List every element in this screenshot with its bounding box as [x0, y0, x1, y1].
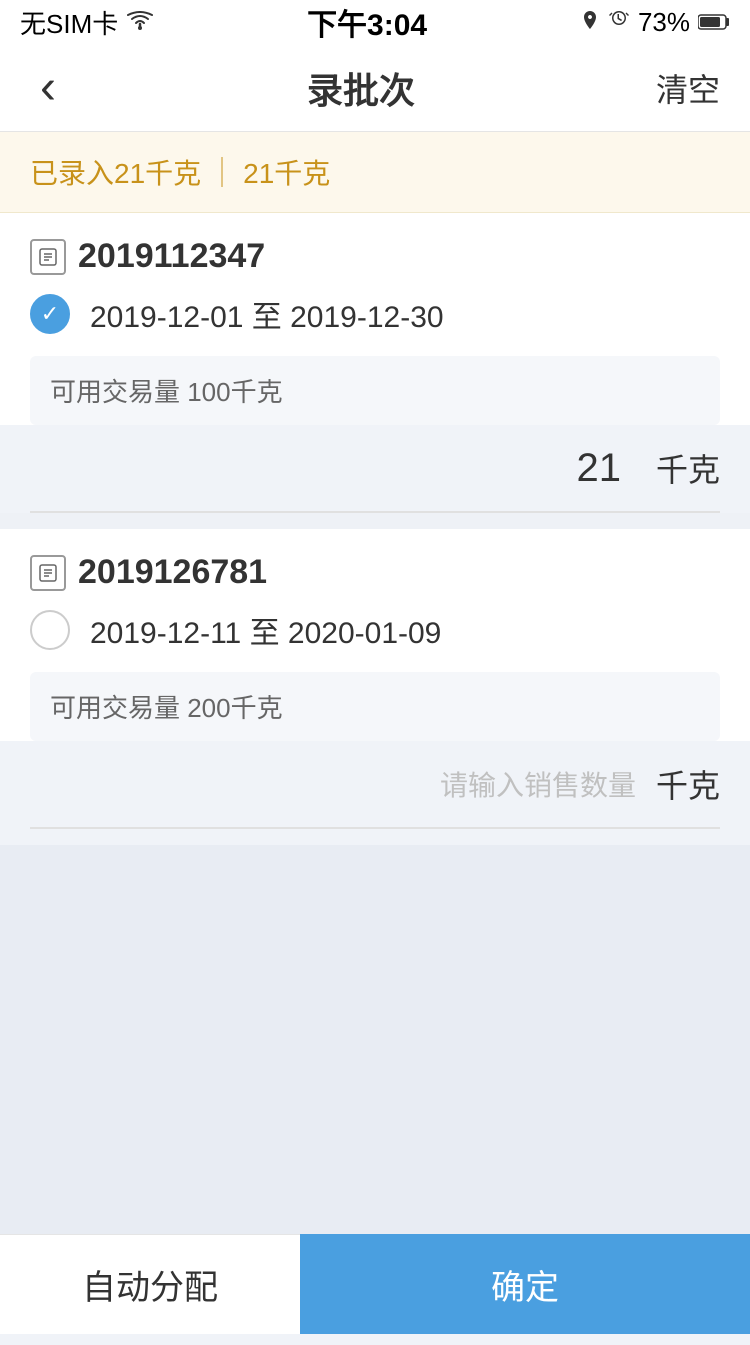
total-amount: 21千克	[243, 152, 330, 192]
batch-1-quantity-row: 千克	[0, 425, 750, 511]
batch-1-avail: 可用交易量 100千克	[30, 356, 720, 425]
content-area: 已录入21千克 21千克 2019112347 ✓ 2019-12-01 至 2…	[0, 132, 750, 1345]
clear-button[interactable]: 清空	[656, 65, 720, 111]
status-right: 73%	[580, 7, 730, 38]
sim-text: 无SIM卡	[20, 4, 118, 41]
batch-2-avail: 可用交易量 200千克	[30, 672, 720, 741]
batch-1-radio[interactable]: ✓	[30, 294, 70, 334]
batch-2-id: 2019126781	[78, 553, 267, 592]
info-banner: 已录入21千克 21千克	[0, 132, 750, 213]
batch-2-date: 2019-12-11 至 2020-01-09	[90, 608, 441, 652]
batch-1-date-row: ✓ 2019-12-01 至 2019-12-30	[30, 292, 720, 336]
batch-2-radio[interactable]	[30, 610, 70, 650]
section-divider	[0, 513, 750, 529]
batch-1-unit: 千克	[656, 445, 720, 491]
status-left: 无SIM卡	[20, 4, 154, 41]
batch-2-quantity-row: 请输入销售数量 千克	[0, 741, 750, 827]
batch-id-icon-1	[30, 239, 66, 275]
alarm-icon	[608, 7, 630, 38]
back-button[interactable]: ‹	[30, 54, 66, 122]
confirm-button[interactable]: 确定	[300, 1234, 750, 1334]
nav-bar: ‹ 录批次 清空	[0, 44, 750, 132]
wifi-icon	[126, 7, 154, 38]
batch-2-header: 2019126781	[30, 553, 720, 592]
batch-2-date-row: 2019-12-11 至 2020-01-09	[30, 608, 720, 652]
batch-1-quantity-input[interactable]	[516, 446, 636, 491]
auto-distribute-button[interactable]: 自动分配	[0, 1234, 300, 1334]
status-bar: 无SIM卡 下午3:04 73%	[0, 0, 750, 44]
recorded-amount: 已录入21千克	[30, 152, 201, 192]
batch-2-divider	[30, 827, 720, 829]
batch-2-unit: 千克	[656, 761, 720, 807]
battery-icon	[698, 7, 730, 38]
batch-1-date: 2019-12-01 至 2019-12-30	[90, 292, 444, 336]
gray-area	[0, 845, 750, 1245]
batch-1-id: 2019112347	[78, 237, 265, 276]
battery-text: 73%	[638, 7, 690, 38]
page-title: 录批次	[307, 62, 415, 114]
bottom-bar: 自动分配 确定	[0, 1234, 750, 1334]
radio-check-icon: ✓	[41, 303, 59, 325]
location-icon	[580, 7, 600, 38]
batch-id-icon-2	[30, 555, 66, 591]
batch-item-2: 2019126781 2019-12-11 至 2020-01-09 可用交易量…	[0, 529, 750, 741]
batch-2-placeholder: 请输入销售数量	[440, 764, 636, 804]
batch-1-header: 2019112347	[30, 237, 720, 276]
time-display: 下午3:04	[307, 0, 427, 44]
batch-item-1: 2019112347 ✓ 2019-12-01 至 2019-12-30 可用交…	[0, 213, 750, 425]
banner-divider	[221, 157, 223, 187]
